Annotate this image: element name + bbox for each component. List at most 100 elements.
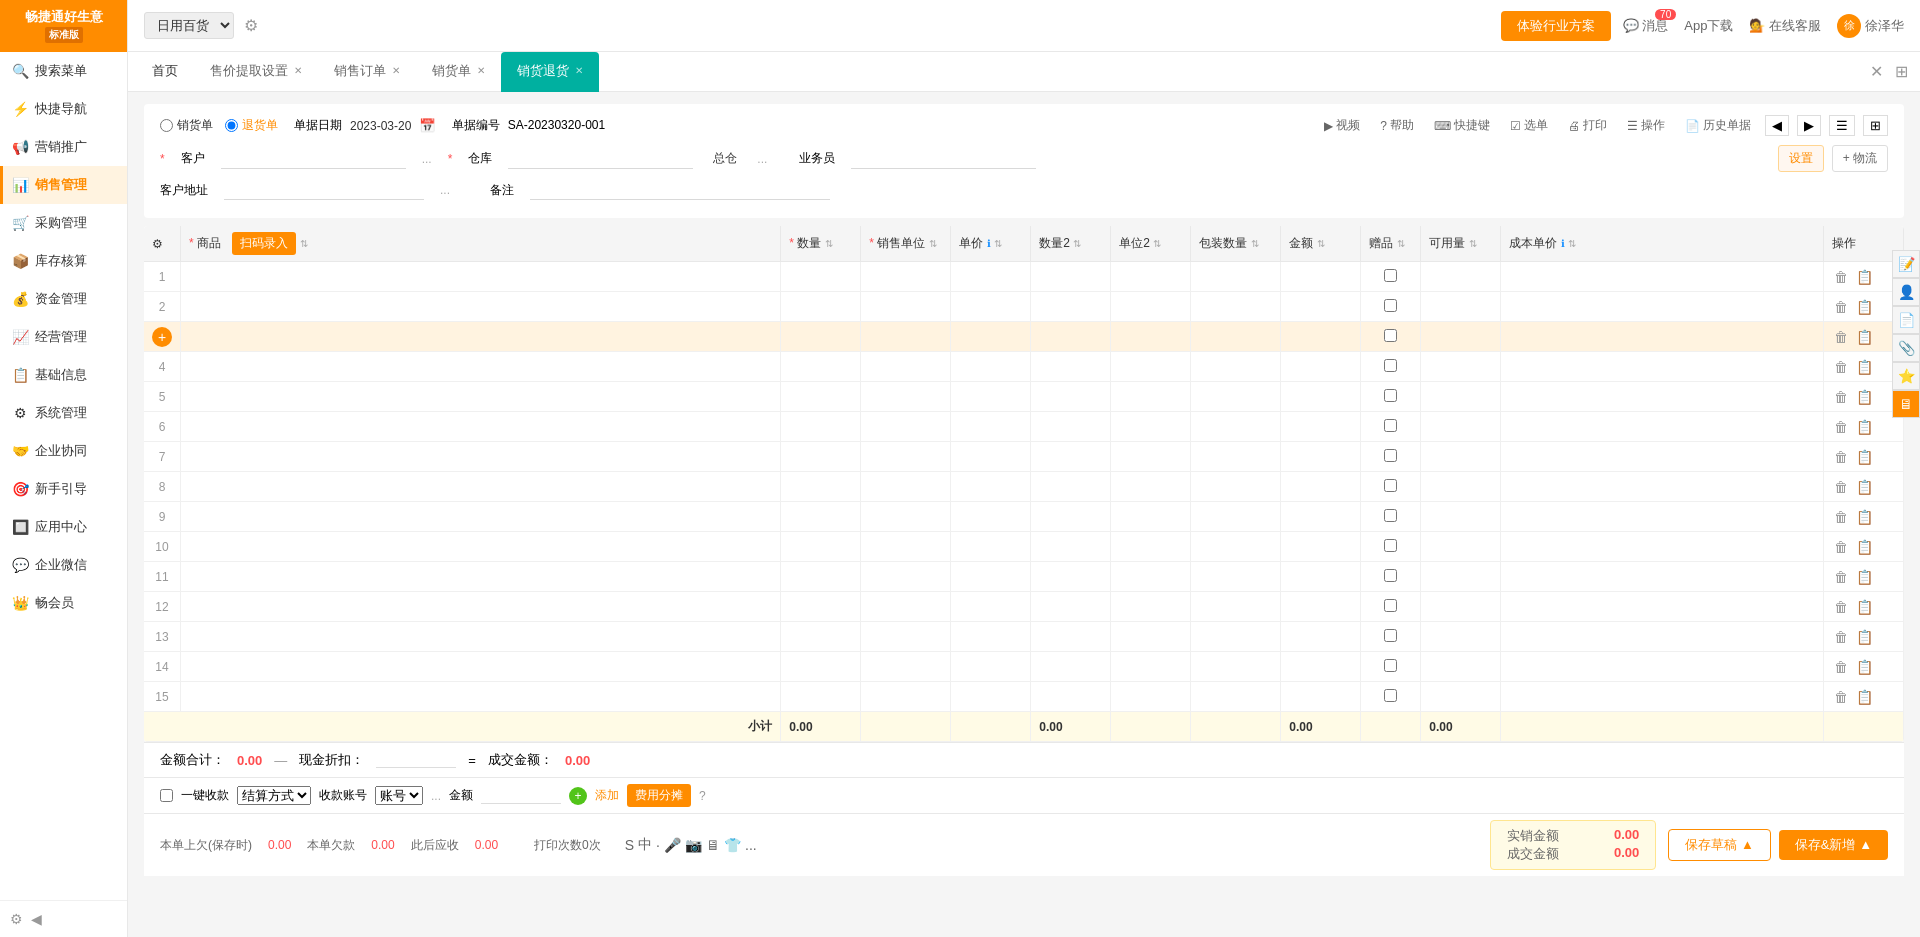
cost-price-cell[interactable] xyxy=(1501,352,1824,382)
gift-cell[interactable] xyxy=(1361,352,1421,382)
qty2-cell[interactable] xyxy=(1031,262,1111,292)
pack-qty-cell[interactable] xyxy=(1191,622,1281,652)
price-cell[interactable] xyxy=(951,472,1031,502)
qty-cell[interactable] xyxy=(781,472,861,502)
unit2-cell[interactable] xyxy=(1111,352,1191,382)
sort-unit-icon[interactable]: ⇅ xyxy=(929,238,937,249)
delete-row-btn[interactable]: 🗑 xyxy=(1832,327,1850,347)
price-cell[interactable] xyxy=(951,352,1031,382)
sidebar-collapse-icon[interactable]: ◀ xyxy=(29,909,44,929)
available-cell[interactable] xyxy=(1421,532,1501,562)
available-cell[interactable] xyxy=(1421,562,1501,592)
tab-sales-delivery[interactable]: 销货单 ✕ xyxy=(416,52,501,92)
sidebar-item-quick-nav[interactable]: ⚡ 快捷导航 xyxy=(0,90,127,128)
amount-cell[interactable] xyxy=(1281,322,1361,352)
operate-btn[interactable]: ☰ 操作 xyxy=(1621,114,1671,137)
unit-cell[interactable] xyxy=(861,592,951,622)
gift-checkbox[interactable] xyxy=(1384,509,1397,522)
qty2-cell[interactable] xyxy=(1031,592,1111,622)
tab-close-price-setting[interactable]: ✕ xyxy=(294,65,302,76)
save-new-btn[interactable]: 保存&新增 ▲ xyxy=(1779,830,1888,860)
gift-checkbox[interactable] xyxy=(1384,449,1397,462)
sidebar-item-operations[interactable]: 📈 经营管理 xyxy=(0,318,127,356)
tab-close-sales-return[interactable]: ✕ xyxy=(575,65,583,76)
product-cell[interactable] xyxy=(181,682,781,712)
qty-cell[interactable] xyxy=(781,292,861,322)
one-click-checkbox[interactable] xyxy=(160,789,173,802)
qty-cell[interactable] xyxy=(781,382,861,412)
warehouse-dots[interactable]: ... xyxy=(757,152,767,166)
sidebar-item-purchase[interactable]: 🛒 采购管理 xyxy=(0,204,127,242)
gift-cell[interactable] xyxy=(1361,682,1421,712)
qty-cell[interactable] xyxy=(781,442,861,472)
sort-product-icon[interactable]: ⇅ xyxy=(300,238,308,249)
delete-row-btn[interactable]: 🗑 xyxy=(1832,447,1850,467)
sidebar-item-wechat[interactable]: 💬 企业微信 xyxy=(0,546,127,584)
add-payment-btn[interactable]: + xyxy=(569,787,587,805)
amount-cell[interactable] xyxy=(1281,502,1361,532)
delete-row-btn[interactable]: 🗑 xyxy=(1832,687,1850,707)
user-avatar[interactable]: 徐 徐泽华 xyxy=(1837,14,1904,38)
product-cell[interactable] xyxy=(181,412,781,442)
available-cell[interactable] xyxy=(1421,652,1501,682)
product-cell[interactable] xyxy=(181,382,781,412)
cost-price-cell[interactable] xyxy=(1501,262,1824,292)
sort-gift-icon[interactable]: ⇅ xyxy=(1397,238,1405,249)
pack-qty-cell[interactable] xyxy=(1191,592,1281,622)
available-cell[interactable] xyxy=(1421,292,1501,322)
col-settings[interactable]: ⚙ xyxy=(144,226,181,262)
qty2-cell[interactable] xyxy=(1031,652,1111,682)
sort-pack-icon[interactable]: ⇅ xyxy=(1251,238,1259,249)
tab-sales-return[interactable]: 销货退货 ✕ xyxy=(501,52,599,92)
product-cell[interactable] xyxy=(181,502,781,532)
gift-cell[interactable] xyxy=(1361,412,1421,442)
gift-checkbox[interactable] xyxy=(1384,269,1397,282)
radio-return-input[interactable] xyxy=(225,119,238,132)
delete-row-btn[interactable]: 🗑 xyxy=(1832,477,1850,497)
price-cell[interactable] xyxy=(951,382,1031,412)
available-cell[interactable] xyxy=(1421,352,1501,382)
sort-price-icon[interactable]: ⇅ xyxy=(994,238,1002,249)
copy-row-btn[interactable]: 📋 xyxy=(1854,567,1875,587)
delete-row-btn[interactable]: 🗑 xyxy=(1832,597,1850,617)
tab-price-setting[interactable]: 售价提取设置 ✕ xyxy=(194,52,318,92)
radio-return[interactable]: 退货单 xyxy=(225,117,278,134)
copy-row-btn[interactable]: 📋 xyxy=(1854,297,1875,317)
unit2-cell[interactable] xyxy=(1111,562,1191,592)
product-cell[interactable] xyxy=(181,562,781,592)
available-cell[interactable] xyxy=(1421,502,1501,532)
sidebar-item-marketing[interactable]: 📢 营销推广 xyxy=(0,128,127,166)
qty2-cell[interactable] xyxy=(1031,352,1111,382)
qty2-cell[interactable] xyxy=(1031,442,1111,472)
available-cell[interactable] xyxy=(1421,442,1501,472)
amount-cell[interactable] xyxy=(1281,682,1361,712)
cost-info-icon[interactable]: ℹ xyxy=(1561,238,1565,249)
delete-row-btn[interactable]: 🗑 xyxy=(1832,657,1850,677)
gift-cell[interactable] xyxy=(1361,292,1421,322)
unit2-cell[interactable] xyxy=(1111,622,1191,652)
pack-qty-cell[interactable] xyxy=(1191,442,1281,472)
unit2-cell[interactable] xyxy=(1111,382,1191,412)
app-download-btn[interactable]: App下载 xyxy=(1684,17,1733,35)
gift-checkbox[interactable] xyxy=(1384,539,1397,552)
settings-gear-icon[interactable]: ⚙ xyxy=(8,909,25,929)
unit-cell[interactable] xyxy=(861,262,951,292)
customer-input[interactable] xyxy=(221,149,406,169)
right-icon-note[interactable]: 📝 xyxy=(1892,250,1920,278)
amount-cell[interactable] xyxy=(1281,532,1361,562)
unit-cell[interactable] xyxy=(861,292,951,322)
amount-cell[interactable] xyxy=(1281,382,1361,412)
product-cell[interactable] xyxy=(181,322,781,352)
date-picker-icon[interactable]: 📅 xyxy=(419,118,436,133)
sidebar-item-search[interactable]: 🔍 搜索菜单 xyxy=(0,52,127,90)
unit-cell[interactable] xyxy=(861,532,951,562)
unit-cell[interactable] xyxy=(861,382,951,412)
unit2-cell[interactable] xyxy=(1111,532,1191,562)
gift-checkbox[interactable] xyxy=(1384,479,1397,492)
account-dots[interactable]: ... xyxy=(431,789,441,803)
copy-row-btn[interactable]: 📋 xyxy=(1854,687,1875,707)
unit-cell[interactable] xyxy=(861,322,951,352)
sidebar-item-basic[interactable]: 📋 基础信息 xyxy=(0,356,127,394)
gift-cell[interactable] xyxy=(1361,652,1421,682)
sidebar-item-system[interactable]: ⚙ 系统管理 xyxy=(0,394,127,432)
